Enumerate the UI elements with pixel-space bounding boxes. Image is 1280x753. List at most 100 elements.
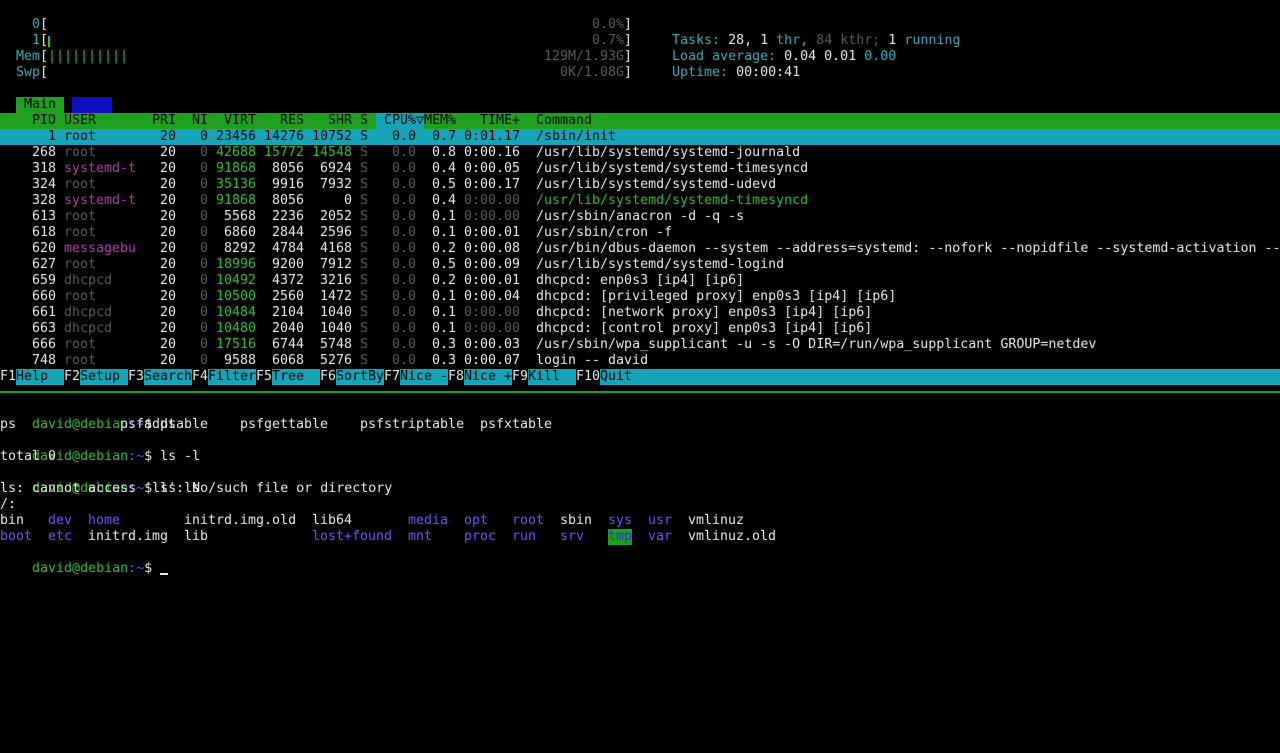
col-state[interactable]: S — [360, 113, 368, 129]
col-user[interactable]: USER — [64, 113, 96, 129]
cell-mem: 0.4 — [431, 193, 456, 208]
col-mem[interactable]: MEM% — [424, 113, 456, 129]
fkey-label-nice[interactable]: Nice - — [400, 369, 448, 385]
process-row[interactable]: 748 root 20 0 9588 6068 5276 S 0.0 0.3 0:00.07 logi… — [0, 353, 1280, 369]
listing-item: mnt — [408, 529, 433, 544]
cell-time: 0:00.00 — [464, 209, 520, 224]
cell-user: root — [64, 257, 97, 272]
cpu0-open-bracket: [ — [40, 17, 49, 32]
listing-item: sbin — [560, 513, 593, 528]
cell-virt: 18996 — [215, 257, 256, 272]
col-virt[interactable]: VIRT — [208, 113, 256, 129]
fkey-label-nice[interactable]: Nice + — [464, 369, 512, 385]
col-ni[interactable]: NI — [184, 113, 208, 129]
fkey-label-tree[interactable]: Tree — [272, 369, 304, 385]
fkey-label-setup[interactable]: Setup — [80, 369, 120, 385]
process-row[interactable]: 659 dhcpcd 20 0 10492 4372 3216 S 0.0 0.2 0:00.01 d… — [0, 273, 1280, 289]
cell-command: login -- david — [536, 353, 649, 368]
col-cpu[interactable]: CPU%▽ — [376, 113, 424, 129]
cell-res: 4784 — [271, 241, 304, 256]
fkey-f8[interactable]: F8 — [448, 369, 465, 385]
cell-cpu: 0.0 — [391, 241, 416, 256]
cell-virt: 17516 — [215, 337, 256, 352]
process-row[interactable]: 268 root 20 0 42688 15772 14548 S 0.0 0.8 0:00.16 /… — [0, 145, 1280, 161]
cell-virt: 5568 — [223, 209, 256, 224]
completion-item: psfxtable — [480, 417, 553, 432]
cell-ni: 0 — [199, 321, 208, 336]
cell-virt: 23456 — [215, 129, 256, 144]
process-row[interactable]: 627 root 20 0 18996 9200 7912 S 0.0 0.5 0:00.09/us… — [0, 257, 1280, 273]
cell-virt: 10500 — [215, 289, 256, 304]
process-row[interactable]: 318 systemd-ti 20 0 91868 8056 6924 S 0.0 0.4 0:00… — [0, 161, 1280, 177]
listing-item: dev — [48, 513, 73, 528]
process-row[interactable]: 666 root 20 0 17516 6744 5748 S 0.0 0.3 0:00.03/us… — [0, 337, 1280, 353]
fkey-f9[interactable]: F9 — [512, 369, 529, 385]
fkey-f1[interactable]: F1 — [0, 369, 17, 385]
cell-mem: 0.1 — [431, 289, 456, 304]
cell-res: 2560 — [271, 289, 304, 304]
cell-ni: 0 — [199, 241, 208, 256]
col-pri[interactable]: PRI — [136, 113, 176, 129]
cell-ni: 0 — [199, 193, 208, 208]
cell-time: 0:00.08 — [464, 241, 520, 256]
col-shr[interactable]: SHR — [304, 113, 352, 129]
cell-pid: 663 — [31, 321, 56, 336]
cell-pid: 324 — [31, 177, 56, 192]
pane-separator — [0, 391, 1280, 393]
cell-mem: 0.4 — [431, 161, 456, 176]
terminal-prompt-current[interactable]: david@debian:~$ — [0, 545, 169, 576]
tab-io[interactable]: I/O — [72, 97, 112, 113]
col-pid[interactable]: PID — [0, 113, 56, 129]
terminal-error: ls: cannot access 'ls': No such file or … — [0, 481, 393, 496]
fkey-label-sortby[interactable]: SortBy — [336, 369, 384, 385]
fkey-label-filter[interactable]: Filter — [208, 369, 256, 385]
cell-res: 2844 — [271, 225, 304, 240]
fkey-f7[interactable]: F7 — [384, 369, 401, 385]
mem-meter: Mem [ |||||||||| 129M/1.93G ] — [0, 49, 632, 65]
process-row[interactable]: 618 root 20 0 6860 2844 2596 S 0.0 0.1 0:00.01/usr… — [0, 225, 1280, 241]
process-row[interactable]: 1 root 20 0 23456 14276 10752 S 0.0 0.7 0:01.17/sb… — [0, 129, 1280, 145]
cell-ni: 0 — [199, 209, 208, 224]
fkey-f3[interactable]: F3 — [128, 369, 145, 385]
running-label: running — [904, 33, 961, 48]
process-row[interactable]: 661 dhcpcd 20 0 10484 2104 1040 S 0.0 0.1 0:00.00 d… — [0, 305, 1280, 321]
cpu1-close-bracket: ] — [624, 33, 633, 48]
fkey-label-search[interactable]: Search — [144, 369, 192, 385]
fkey-label-help[interactable]: Help — [16, 369, 48, 385]
cell-command: /usr/sbin/anacron -d -q -s — [536, 209, 745, 224]
cell-mem: 0.5 — [431, 257, 456, 272]
col-command[interactable]: Command — [536, 113, 592, 129]
process-row[interactable]: 324 root 20 0 35136 9916 7932 S 0.0 0.5 0:00.17/us… — [0, 177, 1280, 193]
cell-cpu: 0.0 — [391, 225, 416, 240]
cell-command: /usr/lib/systemd/systemd-timesyncd — [536, 193, 809, 208]
listing-item: vmlinuz — [688, 513, 745, 528]
process-row[interactable]: 660 root 20 0 10500 2560 1472 S 0.0 0.1 0:00.04 dhc… — [0, 289, 1280, 305]
cell-cpu: 0.0 — [391, 193, 416, 208]
process-row[interactable]: 620 messagebus 20 0 8292 4784 4168 S 0.0 0.2 0:00.… — [0, 241, 1280, 257]
process-table-header: PID USER PRI NI VIRT RES SHR S CPU%▽ MEM… — [0, 113, 1280, 129]
swp-open-bracket: [ — [40, 65, 49, 80]
fkey-f6[interactable]: F6 — [320, 369, 337, 385]
fkey-f10[interactable]: F10 — [576, 369, 601, 385]
col-time[interactable]: TIME+ — [464, 113, 520, 129]
cell-ni: 0 — [199, 129, 208, 144]
cell-ni: 0 — [199, 289, 208, 304]
cell-shr: 5276 — [319, 353, 352, 368]
cell-ni: 0 — [199, 337, 208, 352]
cell-command: dhcpcd: [network proxy] enp0s3 [ip4] [ip… — [536, 305, 873, 320]
process-row[interactable]: 328systemd-ti2009186880560S0.00.40:00.00… — [0, 193, 1280, 209]
process-row[interactable]: 663 dhcpcd 20 0 10480 2040 1040 S 0.0 0.1 0:00.00 d… — [0, 321, 1280, 337]
cell-pid: 268 — [31, 145, 56, 160]
cell-pri: 20 — [159, 193, 176, 208]
cell-time: 0:01.17 — [464, 129, 520, 144]
fkey-f4[interactable]: F4 — [192, 369, 209, 385]
tab-main[interactable]: Main — [16, 97, 64, 113]
fkey-label-quit[interactable]: Quit — [600, 369, 632, 385]
fkey-label-kill[interactable]: Kill — [528, 369, 560, 385]
col-res[interactable]: RES — [256, 113, 304, 129]
cell-shr: 7932 — [319, 177, 352, 192]
fkey-f5[interactable]: F5 — [256, 369, 273, 385]
fkey-f2[interactable]: F2 — [64, 369, 81, 385]
process-row[interactable]: 613 root 20 0 5568 2236 2052 S 0.0 0.1 0:00.00/usr… — [0, 209, 1280, 225]
cell-command: /usr/lib/systemd/systemd-journald — [536, 145, 801, 160]
